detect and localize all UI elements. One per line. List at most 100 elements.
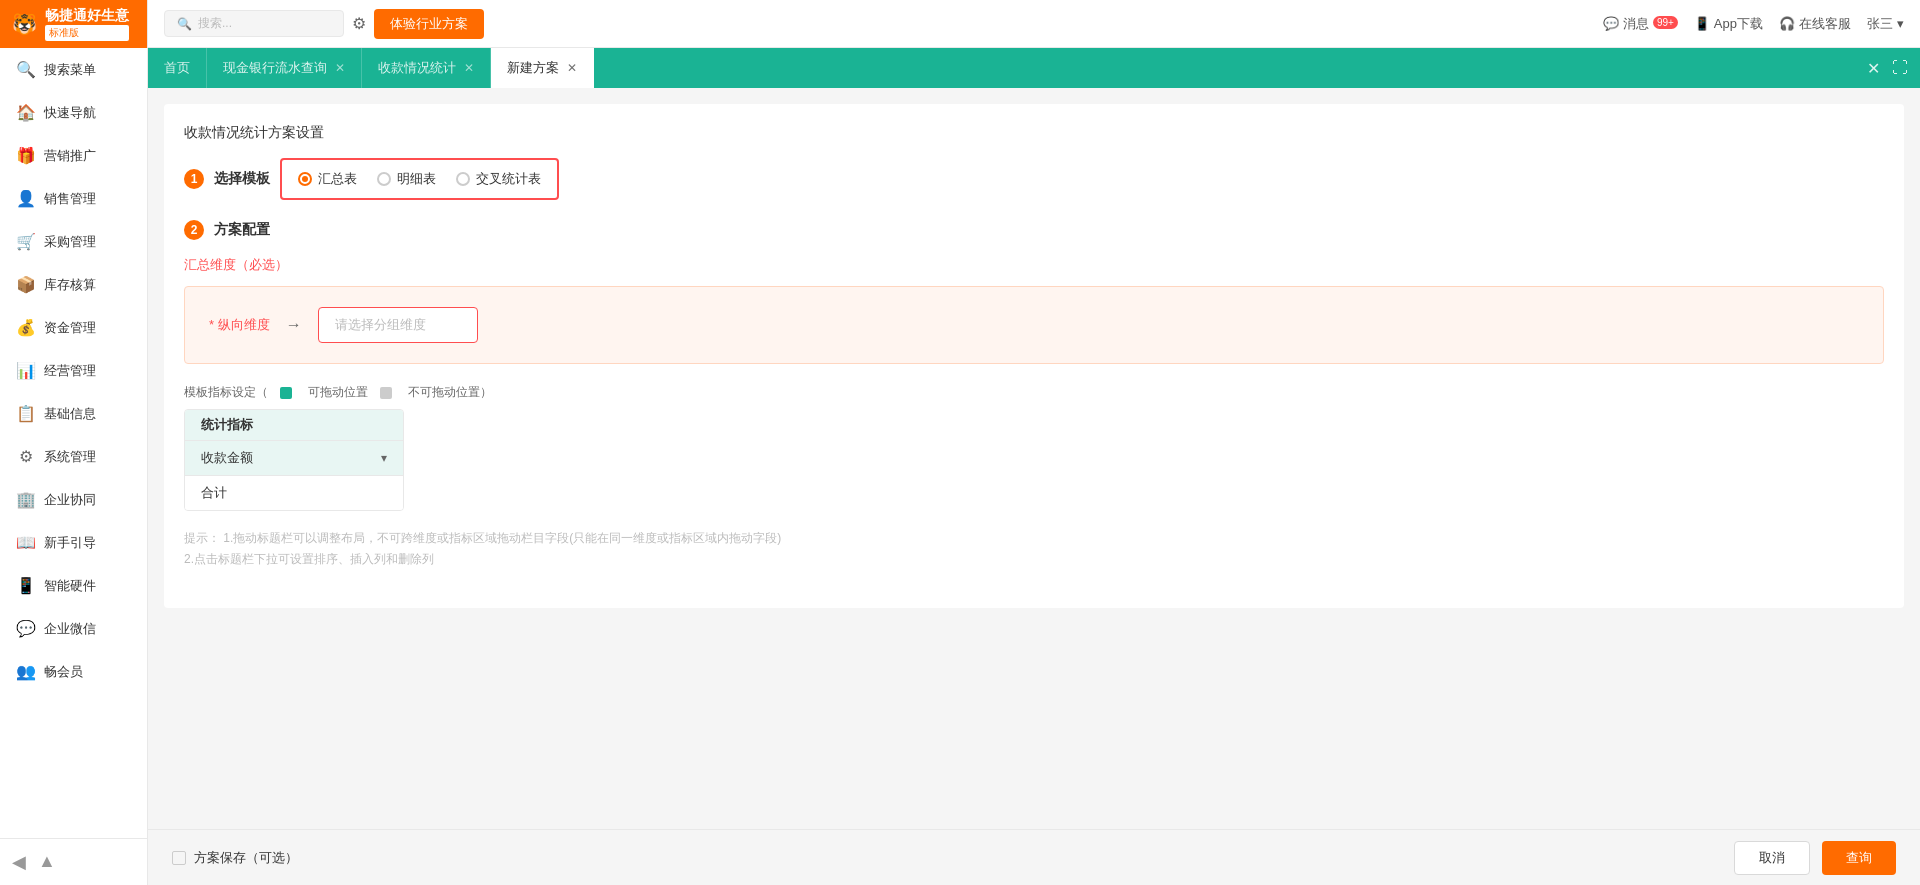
sidebar-item-enterprise[interactable]: 🏢 企业协同 [0, 478, 147, 521]
sidebar-item-operation[interactable]: 📊 经营管理 [0, 349, 147, 392]
radio-detail-circle[interactable] [377, 172, 391, 186]
tabs-right: ✕ ⛶ [1855, 48, 1920, 88]
online-service-label: 在线客服 [1799, 15, 1851, 33]
stats-table: 统计指标 收款金额 ▾ 合计 [184, 409, 404, 511]
sidebar-item-label: 销售管理 [44, 190, 96, 208]
tab-home-label: 首页 [164, 59, 190, 77]
radio-detail[interactable]: 明细表 [377, 170, 436, 188]
app-icon: 📱 [1694, 16, 1710, 31]
tab-new-plan-label: 新建方案 [507, 59, 559, 77]
topbar-left: 🔍 搜索... ⚙ 体验行业方案 [164, 9, 1587, 39]
service-icon: 🎧 [1779, 16, 1795, 31]
main-card: 收款情况统计方案设置 1 选择模板 汇总表 明细表 [164, 104, 1904, 608]
sidebar-item-marketing[interactable]: 🎁 营销推广 [0, 134, 147, 177]
sidebar-item-system[interactable]: ⚙ 系统管理 [0, 435, 147, 478]
tips-line-2: 2.点击标题栏下拉可设置排序、插入列和删除列 [184, 551, 1884, 568]
stats-row-name: 合计 [201, 485, 227, 500]
save-label: 方案保存（可选） [194, 849, 298, 867]
sidebar-item-purchase[interactable]: 🛒 采购管理 [0, 220, 147, 263]
radio-summary-circle[interactable] [298, 172, 312, 186]
trial-button[interactable]: 体验行业方案 [374, 9, 484, 39]
purchase-icon: 🛒 [16, 232, 36, 251]
tab-bank-flow-close[interactable]: ✕ [335, 61, 345, 75]
tab-new-plan-close[interactable]: ✕ [567, 61, 577, 75]
sidebar-bottom-icon1[interactable]: ◀ [12, 851, 26, 873]
sales-icon: 👤 [16, 189, 36, 208]
content-area: 收款情况统计方案设置 1 选择模板 汇总表 明细表 [148, 88, 1920, 829]
tab-new-plan[interactable]: 新建方案 ✕ [491, 48, 594, 88]
dimension-area: * 纵向维度 → 请选择分组维度 [184, 286, 1884, 364]
bottom-bar: 方案保存（可选） 取消 查询 [148, 829, 1920, 885]
gear-icon[interactable]: ⚙ [352, 14, 366, 33]
cancel-button[interactable]: 取消 [1734, 841, 1810, 875]
member-icon: 👥 [16, 662, 36, 681]
sidebar: 🐯 畅捷通好生意 标准版 🔍 搜索菜单 🏠 快速导航 🎁 营销推广 👤 销售管理… [0, 0, 148, 885]
tabs-maximize-icon[interactable]: ⛶ [1892, 59, 1908, 77]
save-checkbox[interactable] [172, 851, 186, 865]
search-placeholder: 搜索... [198, 15, 232, 32]
arrow-icon: → [286, 316, 302, 334]
guide-icon: 📖 [16, 533, 36, 552]
sidebar-item-search-menu[interactable]: 🔍 搜索菜单 [0, 48, 147, 91]
radio-summary-label: 汇总表 [318, 170, 357, 188]
stats-table-title: 统计指标 [201, 417, 253, 432]
radio-summary[interactable]: 汇总表 [298, 170, 357, 188]
sidebar-item-inventory[interactable]: 📦 库存核算 [0, 263, 147, 306]
hardware-icon: 📱 [16, 576, 36, 595]
inventory-icon: 📦 [16, 275, 36, 294]
tab-bank-flow[interactable]: 现金银行流水查询 ✕ [207, 48, 362, 88]
tips-line-1: 提示： 1.拖动标题栏可以调整布局，不可跨维度或指标区域拖动栏目字段(只能在同一… [184, 530, 1884, 547]
search-bar[interactable]: 🔍 搜索... [164, 10, 344, 37]
app-download-item[interactable]: 📱 App下载 [1694, 15, 1763, 33]
stats-table-data-row: 合计 [185, 476, 403, 510]
sidebar-item-member[interactable]: 👥 畅会员 [0, 650, 147, 693]
radio-detail-label: 明细表 [397, 170, 436, 188]
step2-section: 2 方案配置 汇总维度（必选） * 纵向维度 → 请选择分组维度 [184, 220, 1884, 568]
sidebar-item-label: 企业协同 [44, 491, 96, 509]
tab-receipt-stats[interactable]: 收款情况统计 ✕ [362, 48, 491, 88]
finance-icon: 💰 [16, 318, 36, 337]
dimension-select[interactable]: 请选择分组维度 [318, 307, 478, 343]
sidebar-item-guide[interactable]: 📖 新手引导 [0, 521, 147, 564]
sidebar-item-label: 经营管理 [44, 362, 96, 380]
sidebar-item-finance[interactable]: 💰 资金管理 [0, 306, 147, 349]
metrics-indicator-row: 模板指标设定（ 可拖动位置 不可拖动位置） [184, 384, 1884, 401]
chevron-down-icon: ▾ [1897, 16, 1904, 31]
sidebar-item-label: 企业微信 [44, 620, 96, 638]
online-service-item[interactable]: 🎧 在线客服 [1779, 15, 1851, 33]
message-item[interactable]: 💬 消息 99+ [1603, 15, 1678, 33]
non-draggable-label: 不可拖动位置） [408, 384, 492, 401]
sidebar-bottom: ◀ ▲ [0, 838, 147, 885]
sidebar-item-hardware[interactable]: 📱 智能硬件 [0, 564, 147, 607]
topbar-right: 💬 消息 99+ 📱 App下载 🎧 在线客服 张三 ▾ [1603, 15, 1904, 33]
metrics-section-label: 模板指标设定（ [184, 384, 268, 401]
step2-number: 2 [184, 220, 204, 240]
sidebar-item-wechat[interactable]: 💬 企业微信 [0, 607, 147, 650]
row-dimension-label: * 纵向维度 [209, 316, 270, 334]
logo-badge: 标准版 [45, 25, 129, 41]
tab-home[interactable]: 首页 [148, 48, 207, 88]
tabs-close-icon[interactable]: ✕ [1867, 59, 1880, 78]
sidebar-item-label: 畅会员 [44, 663, 83, 681]
sidebar-item-basic-info[interactable]: 📋 基础信息 [0, 392, 147, 435]
template-selector: 汇总表 明细表 交叉统计表 [280, 158, 559, 200]
radio-cross-circle[interactable] [456, 172, 470, 186]
page-title: 收款情况统计方案设置 [184, 124, 1884, 142]
tab-receipt-stats-label: 收款情况统计 [378, 59, 456, 77]
sidebar-bottom-icon2[interactable]: ▲ [38, 851, 56, 873]
query-button[interactable]: 查询 [1822, 841, 1896, 875]
stats-table-col-row: 收款金额 ▾ [185, 441, 403, 476]
sidebar-item-sales[interactable]: 👤 销售管理 [0, 177, 147, 220]
col-dropdown-icon[interactable]: ▾ [381, 451, 387, 465]
app-download-label: App下载 [1714, 15, 1763, 33]
basic-info-icon: 📋 [16, 404, 36, 423]
radio-cross[interactable]: 交叉统计表 [456, 170, 541, 188]
sidebar-item-quick-nav[interactable]: 🏠 快速导航 [0, 91, 147, 134]
user-item[interactable]: 张三 ▾ [1867, 15, 1904, 33]
sidebar-item-label: 智能硬件 [44, 577, 96, 595]
draggable-badge [280, 387, 292, 399]
step1-title: 选择模板 [214, 170, 270, 188]
tab-receipt-stats-close[interactable]: ✕ [464, 61, 474, 75]
radio-cross-label: 交叉统计表 [476, 170, 541, 188]
logo-text: 畅捷通好生意 [45, 7, 129, 25]
